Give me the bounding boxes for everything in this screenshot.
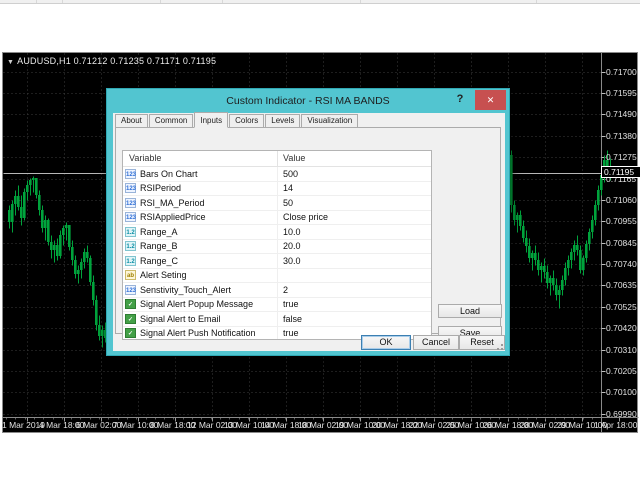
bool-param-icon: ✓ <box>125 328 136 338</box>
resize-grip-icon[interactable] <box>494 341 503 350</box>
param-value[interactable]: true <box>278 299 431 309</box>
param-name: Signal Alert Push Notification <box>140 328 256 338</box>
price-axis-label: 0.70100 <box>606 387 637 397</box>
price-axis-label: 0.70205 <box>606 366 637 376</box>
param-value[interactable]: 2 <box>278 285 431 295</box>
param-name: Signal Alert to Email <box>140 314 221 324</box>
param-row[interactable]: ✓ Signal Alert to Email false <box>123 312 431 327</box>
ok-button[interactable]: OK <box>361 335 411 350</box>
price-axis-label: 0.70635 <box>606 280 637 290</box>
param-row[interactable]: 123 RSIPeriod 14 <box>123 182 431 197</box>
param-value[interactable]: Close price <box>278 212 431 222</box>
cancel-button[interactable]: Cancel <box>413 335 459 350</box>
param-name: Senstivity_Touch_Alert <box>140 285 231 295</box>
int-param-icon: 123 <box>125 183 136 193</box>
param-row[interactable]: 123 RSIAppliedPrice Close price <box>123 211 431 226</box>
symbol-dropdown-icon: ▼ <box>7 59 14 66</box>
tab-visualization[interactable]: Visualization <box>301 114 358 127</box>
price-axis-label: 0.71275 <box>606 152 637 162</box>
table-header: Variable Value <box>123 151 431 167</box>
param-value[interactable]: 14 <box>278 183 431 193</box>
param-name: Alert Seting <box>140 270 187 280</box>
dbl-param-icon: 1.2 <box>125 256 136 266</box>
int-param-icon: 123 <box>125 169 136 179</box>
column-header-variable: Variable <box>123 151 278 166</box>
top-toolbar-edge <box>0 0 640 4</box>
int-param-icon: 123 <box>125 198 136 208</box>
price-axis-label: 0.70740 <box>606 259 637 269</box>
param-row[interactable]: 1.2 Range_B 20.0 <box>123 240 431 255</box>
price-axis-label: 0.71490 <box>606 109 637 119</box>
param-name: RSI_MA_Period <box>140 198 205 208</box>
param-name: Range_B <box>140 241 178 251</box>
load-button[interactable]: Load <box>438 304 502 318</box>
help-button[interactable]: ? <box>453 93 467 109</box>
tab-about[interactable]: About <box>115 114 148 127</box>
bool-param-icon: ✓ <box>125 314 136 324</box>
dbl-param-icon: 1.2 <box>125 227 136 237</box>
current-price-tag: 0.71195 <box>601 166 640 178</box>
price-axis-label: 0.70310 <box>606 345 637 355</box>
time-axis-label: 1 Apr 18:00 <box>594 420 637 430</box>
param-value[interactable]: 50 <box>278 198 431 208</box>
param-row[interactable]: ab Alert Seting <box>123 269 431 284</box>
param-name: RSIPeriod <box>140 183 181 193</box>
param-name: RSIAppliedPrice <box>140 212 206 222</box>
metatrader-window: { "window": { "symbol_line": "AUDUSD,H1 … <box>0 0 640 480</box>
inputs-tab-panel: Variable Value 123 Bars On Chart 500 123 RSI… <box>115 127 501 334</box>
symbol-ohlc-label: ▼AUDUSD,H1 0.71212 0.71235 0.71171 0.711… <box>7 56 216 66</box>
tab-colors[interactable]: Colors <box>229 114 264 127</box>
param-name: Signal Alert Popup Message <box>140 299 253 309</box>
bool-param-icon: ✓ <box>125 299 136 309</box>
param-name: Bars On Chart <box>140 169 198 179</box>
param-value[interactable]: 500 <box>278 169 431 179</box>
str-param-icon: ab <box>125 270 136 280</box>
price-axis-label: 0.71700 <box>606 67 637 77</box>
int-param-icon: 123 <box>125 285 136 295</box>
param-row[interactable]: ✓ Signal Alert Popup Message true <box>123 298 431 313</box>
param-row[interactable]: 1.2 Range_A 10.0 <box>123 225 431 240</box>
price-axis-label: 0.69990 <box>606 409 637 419</box>
tab-common[interactable]: Common <box>149 114 193 127</box>
price-axis-label: 0.71380 <box>606 131 637 141</box>
param-value[interactable]: false <box>278 314 431 324</box>
tab-strip: AboutCommonInputsColorsLevelsVisualizati… <box>115 114 359 127</box>
param-name: Range_A <box>140 227 178 237</box>
tab-levels[interactable]: Levels <box>265 114 300 127</box>
param-row[interactable]: 1.2 Range_C 30.0 <box>123 254 431 269</box>
column-header-value: Value <box>278 151 431 166</box>
price-axis-label: 0.70420 <box>606 323 637 333</box>
price-axis-label: 0.71595 <box>606 88 637 98</box>
dialog-content: AboutCommonInputsColorsLevelsVisualizati… <box>113 113 505 351</box>
param-row[interactable]: 123 Bars On Chart 500 <box>123 167 431 182</box>
price-axis-label: 0.70525 <box>606 302 637 312</box>
param-row[interactable]: 123 Senstivity_Touch_Alert 2 <box>123 283 431 298</box>
price-axis-label: 0.71060 <box>606 195 637 205</box>
price-axis-label: 0.70955 <box>606 216 637 226</box>
param-name: Range_C <box>140 256 178 266</box>
param-value[interactable]: 30.0 <box>278 256 431 266</box>
dialog-title: Custom Indicator - RSI MA BANDS <box>107 89 509 113</box>
tab-inputs[interactable]: Inputs <box>194 112 228 128</box>
param-row[interactable]: 123 RSI_MA_Period 50 <box>123 196 431 211</box>
param-value[interactable]: 20.0 <box>278 241 431 251</box>
param-value[interactable]: 10.0 <box>278 227 431 237</box>
indicator-properties-dialog: Custom Indicator - RSI MA BANDS ? ✕ Abou… <box>106 88 510 356</box>
price-axis-label: 0.70845 <box>606 238 637 248</box>
dbl-param-icon: 1.2 <box>125 241 136 251</box>
close-icon[interactable]: ✕ <box>475 90 506 110</box>
parameters-table: Variable Value 123 Bars On Chart 500 123 RSI… <box>122 150 432 340</box>
int-param-icon: 123 <box>125 212 136 222</box>
